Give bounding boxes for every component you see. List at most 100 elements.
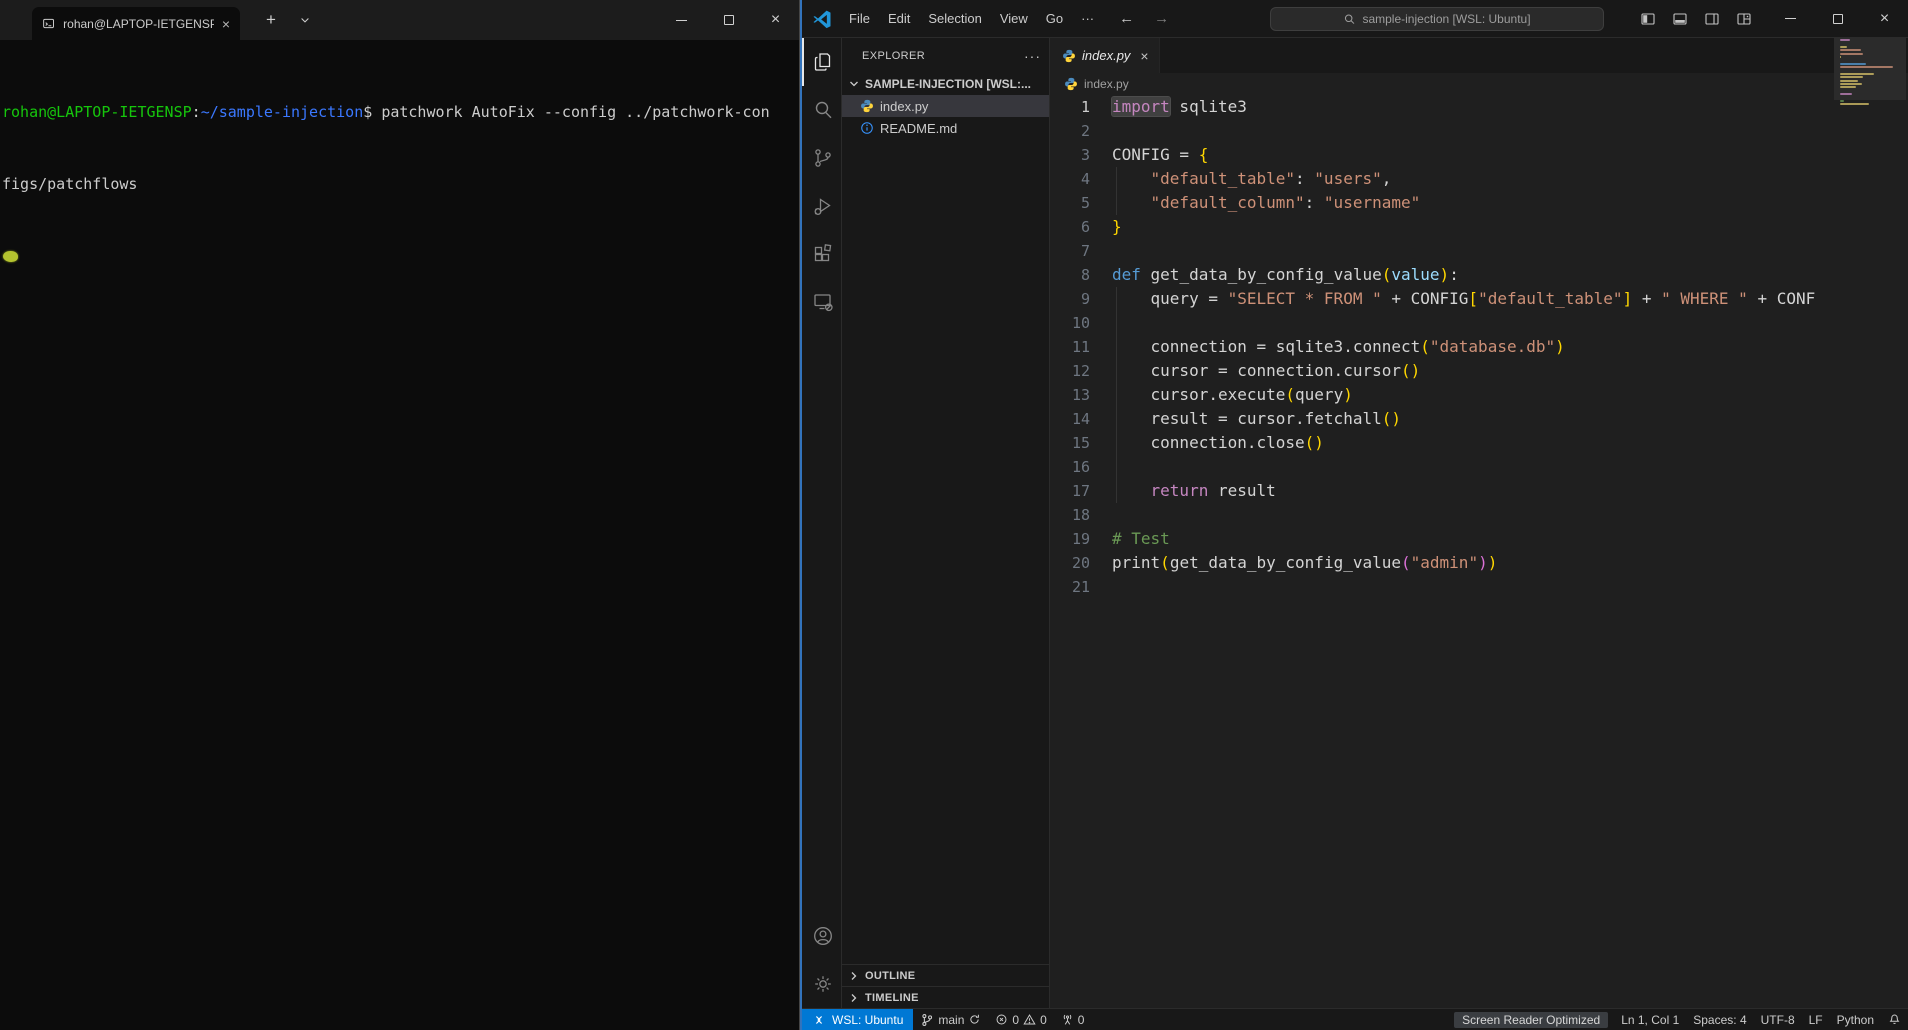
run-debug-icon — [814, 198, 831, 215]
chevron-down-icon — [301, 18, 309, 23]
code-line-9[interactable]: 9 query = "SELECT * FROM " + CONFIG["def… — [1050, 287, 1908, 311]
indent-guide — [1116, 431, 1117, 455]
terminal-minimize-button[interactable] — [658, 0, 705, 40]
minimap-line — [1840, 39, 1851, 41]
line-content: "default_table": "users", — [1150, 169, 1392, 188]
line-content: import sqlite3 — [1112, 97, 1247, 116]
command-text-line2: figs/patchflows — [2, 175, 138, 193]
terminal-tab-close-icon[interactable]: × — [222, 17, 230, 31]
navigate-forward-button[interactable]: → — [1154, 10, 1169, 27]
code-line-10[interactable]: 10 — [1050, 311, 1908, 335]
code-line-16[interactable]: 16 — [1050, 455, 1908, 479]
code-line-8[interactable]: 8 def get_data_by_config_value(value): — [1050, 263, 1908, 287]
activity-bar-item-accounts[interactable] — [802, 912, 841, 960]
language-mode[interactable]: Python — [1830, 1009, 1881, 1030]
activity-bar — [802, 38, 842, 1008]
line-number: 13 — [1071, 386, 1090, 404]
code-line-14[interactable]: 14 result = cursor.fetchall() — [1050, 407, 1908, 431]
code-editor[interactable]: 1 import sqlite3 2 3 CONFIG = {4 "default_ta… — [1050, 95, 1908, 1008]
activity-bar-item-extensions[interactable] — [802, 230, 841, 278]
accounts-icon — [813, 927, 832, 945]
timeline-section-header[interactable]: TIMELINE — [842, 986, 1049, 1008]
branch-indicator[interactable]: main — [913, 1009, 988, 1030]
indentation-setting[interactable]: Spaces: 4 — [1686, 1009, 1753, 1030]
terminal-tab[interactable]: rohan@LAPTOP-IETGENSP: ~/ × — [32, 7, 240, 40]
code-line-3[interactable]: 3 CONFIG = { — [1050, 143, 1908, 167]
terminal-close-button[interactable]: × — [752, 0, 799, 40]
navigate-back-button[interactable]: ← — [1119, 10, 1134, 27]
terminal-tab-dropdown-button[interactable] — [288, 0, 322, 40]
encoding-setting[interactable]: UTF-8 — [1754, 1009, 1802, 1030]
outline-section-header[interactable]: OUTLINE — [842, 964, 1049, 986]
panel-bottom-icon[interactable] — [1667, 6, 1693, 32]
vscode-minimize-button[interactable] — [1767, 0, 1814, 38]
maximize-icon — [723, 15, 734, 25]
explorer-file-README.md[interactable]: README.md — [842, 117, 1049, 139]
terminal-output[interactable]: rohan@LAPTOP-IETGENSP:~/sample-injection… — [0, 40, 799, 310]
menu-go[interactable]: Go — [1037, 6, 1072, 31]
code-line-6[interactable]: 6} — [1050, 215, 1908, 239]
code-line-15[interactable]: 15 connection.close() — [1050, 431, 1908, 455]
tab-index-py[interactable]: index.py × — [1050, 38, 1160, 73]
sidebar-more-actions-button[interactable]: ··· — [1024, 48, 1041, 64]
explorer-folder-root[interactable]: SAMPLE-INJECTION [WSL:... — [842, 73, 1049, 95]
menu-[interactable]: ··· — [1072, 6, 1103, 31]
eol-setting[interactable]: LF — [1802, 1009, 1830, 1030]
line-content: cursor.execute(query) — [1112, 385, 1353, 404]
activity-bar-item-remote-explorer[interactable] — [802, 278, 841, 326]
cursor-position[interactable]: Ln 1, Col 1 — [1614, 1009, 1686, 1030]
code-line-13[interactable]: 13 cursor.execute(query) — [1050, 383, 1908, 407]
code-line-17[interactable]: 17 return result — [1050, 479, 1908, 503]
code-line-5[interactable]: 5 "default_column": "username" — [1050, 191, 1908, 215]
panel-left-icon[interactable] — [1635, 6, 1661, 32]
code-line-20[interactable]: 20 print(get_data_by_config_value("admin"… — [1050, 551, 1908, 575]
remote-indicator[interactable]: WSL: Ubuntu — [802, 1009, 914, 1030]
menu-file[interactable]: File — [840, 6, 879, 31]
code-line-2[interactable]: 2 — [1050, 119, 1908, 143]
minimize-icon — [1785, 18, 1796, 19]
minimap[interactable] — [1834, 38, 1906, 1008]
settings-icon — [814, 976, 831, 992]
problems-indicator[interactable]: 0 0 — [988, 1009, 1053, 1030]
code-line-18[interactable]: 18 — [1050, 503, 1908, 527]
explorer-file-index.py[interactable]: index.py — [842, 95, 1049, 117]
activity-bar-item-explorer[interactable] — [802, 38, 841, 86]
line-number: 16 — [1071, 458, 1090, 476]
explorer-icon — [814, 53, 830, 71]
activity-bar-item-search[interactable] — [802, 86, 841, 134]
file-list: index.py README.md — [842, 95, 1049, 139]
code-line-11[interactable]: 11 connection = sqlite3.connect("databas… — [1050, 335, 1908, 359]
layout-customize-icon[interactable] — [1731, 6, 1757, 32]
vscode-close-button[interactable]: × — [1861, 0, 1908, 38]
code-line-19[interactable]: 19 # Test — [1050, 527, 1908, 551]
indent-guide — [1116, 479, 1117, 503]
terminal-maximize-button[interactable] — [705, 0, 752, 40]
code-line-12[interactable]: 12 cursor = connection.cursor() — [1050, 359, 1908, 383]
menu-view[interactable]: View — [991, 6, 1037, 31]
ports-indicator[interactable]: 0 — [1054, 1009, 1092, 1030]
activity-bar-item-settings[interactable] — [802, 960, 841, 1008]
vscode-maximize-button[interactable] — [1814, 0, 1861, 38]
outline-label: OUTLINE — [865, 969, 916, 982]
tab-close-icon[interactable]: × — [1140, 48, 1148, 64]
indent-guide — [1116, 383, 1117, 407]
menu-selection[interactable]: Selection — [919, 6, 990, 31]
breadcrumb[interactable]: index.py — [1050, 73, 1908, 95]
notifications-button[interactable] — [1881, 1009, 1908, 1030]
activity-bar-item-run-debug[interactable] — [802, 182, 841, 230]
code-line-21[interactable]: 21 — [1050, 575, 1908, 599]
menu-edit[interactable]: Edit — [879, 6, 919, 31]
minimap-line — [1840, 83, 1862, 86]
code-line-7[interactable]: 7 — [1050, 239, 1908, 263]
command-center-search[interactable]: sample-injection [WSL: Ubuntu] — [1270, 7, 1604, 31]
activity-bar-item-source-control[interactable] — [802, 134, 841, 182]
screen-reader-badge[interactable]: Screen Reader Optimized — [1454, 1011, 1609, 1028]
terminal-new-tab-button[interactable]: + — [254, 0, 288, 40]
titlebar-right-controls: × — [1635, 0, 1908, 37]
bell-icon — [1889, 1014, 1900, 1025]
minimap-line — [1840, 103, 1869, 106]
panel-right-icon[interactable] — [1699, 6, 1725, 32]
code-line-4[interactable]: 4 "default_table": "users", — [1050, 167, 1908, 191]
terminal-titlebar: rohan@LAPTOP-IETGENSP: ~/ × + × — [0, 0, 799, 40]
code-line-1[interactable]: 1 import sqlite3 — [1050, 95, 1908, 119]
